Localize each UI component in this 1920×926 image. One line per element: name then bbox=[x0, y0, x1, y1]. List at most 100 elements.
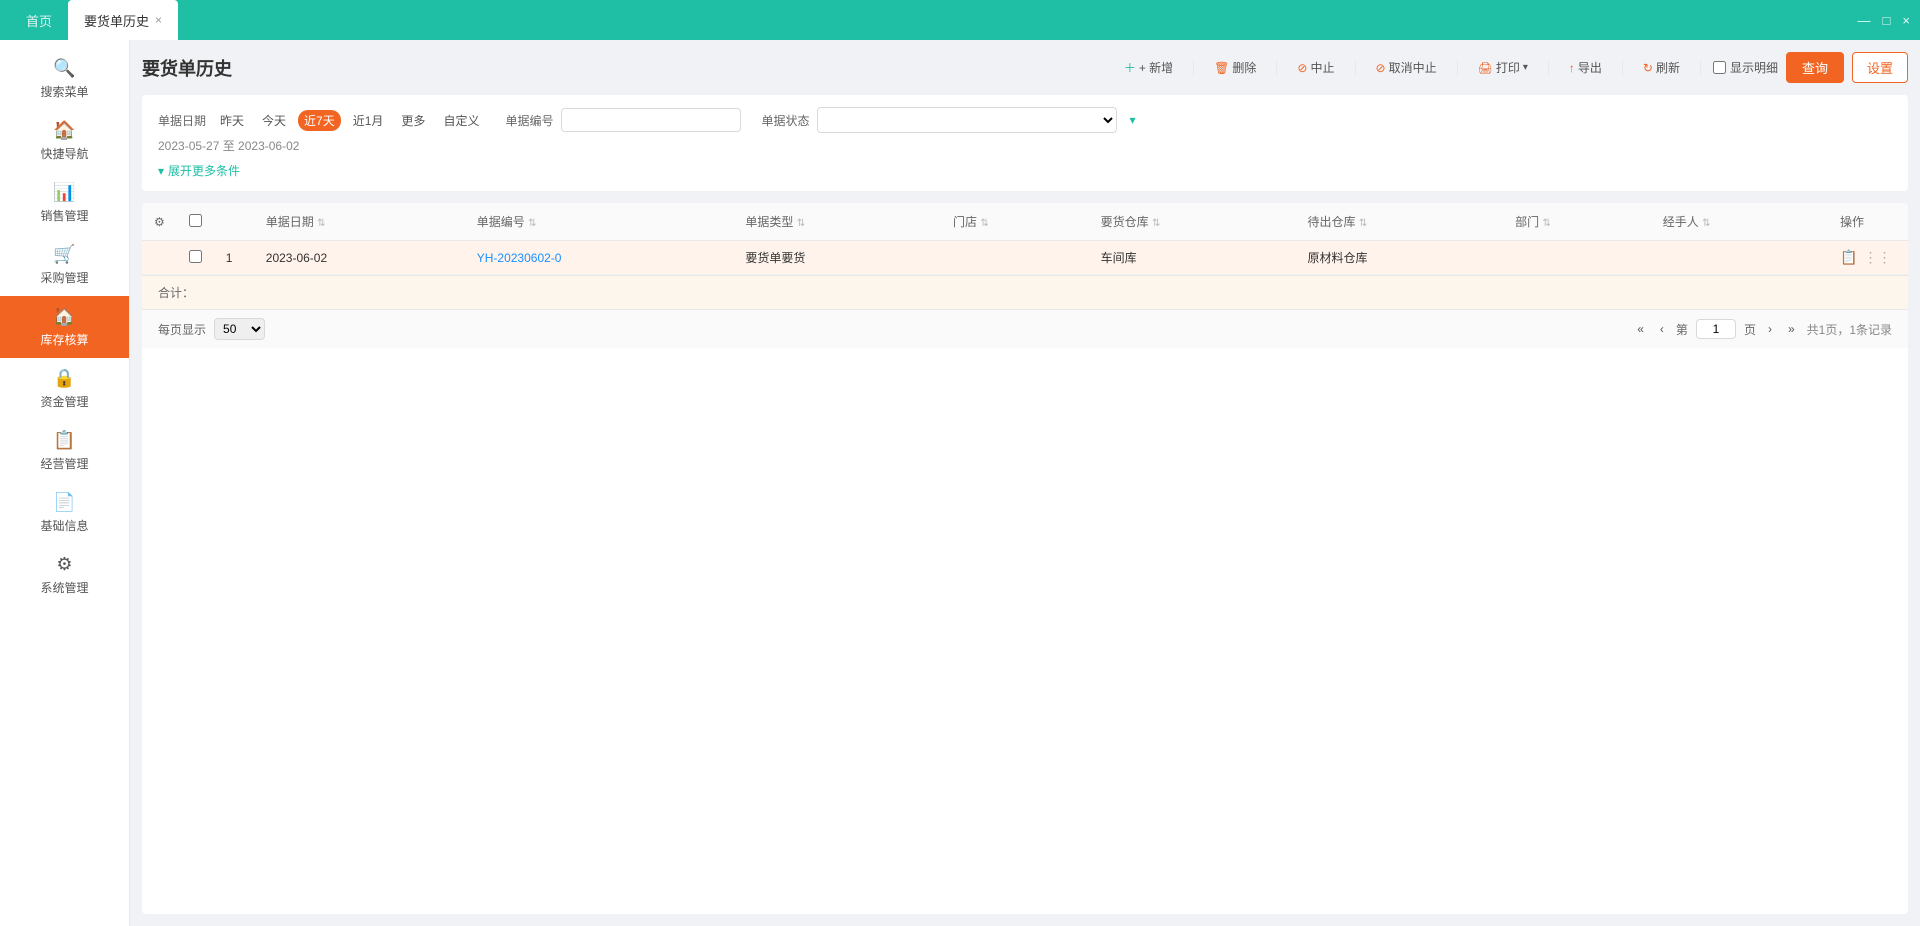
sidebar-item-inventory[interactable]: 🏠 库存核算 bbox=[0, 296, 129, 358]
sidebar-item-purchase[interactable]: 🛒 采购管理 bbox=[0, 234, 129, 296]
delete-button[interactable]: 🗑 删除 bbox=[1206, 55, 1264, 80]
status-label: 单据状态 bbox=[761, 112, 809, 129]
sort-icon[interactable]: ⇅ bbox=[1359, 218, 1367, 229]
display-detail-toggle[interactable]: 显示明细 bbox=[1713, 59, 1778, 76]
tab-home[interactable]: 首页 bbox=[10, 0, 68, 40]
query-button[interactable]: 查询 bbox=[1786, 52, 1844, 83]
divider bbox=[1276, 60, 1277, 76]
sidebar-item-finance[interactable]: 🔒 资金管理 bbox=[0, 358, 129, 420]
sort-icon[interactable]: ⇅ bbox=[528, 218, 536, 229]
pagination: « ‹ 第 页 › » 共1页，1条记录 bbox=[1633, 319, 1892, 339]
inventory-icon: 🏠 bbox=[53, 306, 75, 327]
sort-icon[interactable]: ⇅ bbox=[1702, 218, 1710, 229]
refresh-button[interactable]: ↻ 刷新 bbox=[1635, 55, 1688, 80]
col-handler-label: 经手人 bbox=[1663, 215, 1699, 229]
tab-requisition-history[interactable]: 要货单历史 × bbox=[68, 0, 178, 40]
finance-icon: 🔒 bbox=[53, 368, 75, 389]
total-info: 共1页，1条记录 bbox=[1807, 321, 1892, 338]
doc-no-link[interactable]: YH-20230602-0 bbox=[477, 251, 562, 265]
delete-icon: 🗑 bbox=[1214, 61, 1229, 75]
next-page-button[interactable]: › bbox=[1764, 320, 1776, 338]
col-pending-warehouse-label: 待出仓库 bbox=[1308, 215, 1356, 229]
settings-icon[interactable]: ⚙ bbox=[154, 215, 165, 229]
sidebar-item-basic-info[interactable]: 📄 基础信息 bbox=[0, 482, 129, 544]
divider bbox=[1457, 60, 1458, 76]
expand-filter[interactable]: ▾ 展开更多条件 bbox=[158, 162, 1892, 179]
divider bbox=[1355, 60, 1356, 76]
divider bbox=[1622, 60, 1623, 76]
cancel-stop-button[interactable]: ⊘ 取消中止 bbox=[1368, 55, 1445, 80]
print-icon: 🖨 bbox=[1478, 61, 1493, 75]
more-icon[interactable]: ⋮⋮ bbox=[1863, 249, 1891, 266]
sidebar-item-quick-nav[interactable]: 🏠 快捷导航 bbox=[0, 110, 129, 172]
page-number-input[interactable] bbox=[1696, 319, 1736, 339]
select-all-checkbox[interactable] bbox=[189, 214, 202, 227]
col-doc-date: 单据日期 ⇅ bbox=[254, 203, 465, 241]
date-yesterday[interactable]: 昨天 bbox=[214, 110, 250, 131]
data-table: ⚙ 单据日期 ⇅ 单据编号 ⇅ bbox=[142, 203, 1908, 275]
col-department: 部门 ⇅ bbox=[1503, 203, 1651, 241]
content-area: 要货单历史 ＋ + 新增 🗑 删除 ⊘ 中止 ⊘ bbox=[130, 40, 1920, 926]
window-maximize[interactable]: □ bbox=[1883, 13, 1891, 28]
display-detail-checkbox[interactable] bbox=[1713, 61, 1726, 74]
prev-page-button[interactable]: ‹ bbox=[1656, 320, 1668, 338]
filter-doc-no: 单据编号 bbox=[505, 108, 741, 132]
sidebar-item-system[interactable]: ⚙ 系统管理 bbox=[0, 544, 129, 606]
col-doc-type-label: 单据类型 bbox=[745, 215, 793, 229]
row-doc-no[interactable]: YH-20230602-0 bbox=[465, 241, 734, 275]
sort-icon[interactable]: ⇅ bbox=[1542, 218, 1550, 229]
settings-button[interactable]: 设置 bbox=[1852, 52, 1908, 83]
col-department-label: 部门 bbox=[1515, 215, 1539, 229]
expand-icon: ▾ bbox=[158, 164, 164, 178]
print-button[interactable]: 🖨 打印 ▾ bbox=[1470, 55, 1536, 80]
first-page-button[interactable]: « bbox=[1633, 320, 1648, 338]
edit-icon[interactable]: 📋 bbox=[1840, 249, 1857, 266]
col-num bbox=[214, 203, 254, 241]
col-req-warehouse: 要货仓库 ⇅ bbox=[1089, 203, 1296, 241]
date-custom[interactable]: 自定义 bbox=[437, 110, 485, 131]
sidebar: 🔍 搜索菜单 🏠 快捷导航 📊 销售管理 🛒 采购管理 🏠 库存核算 🔒 资金管… bbox=[0, 40, 130, 926]
header-actions: ＋ + 新增 🗑 删除 ⊘ 中止 ⊘ 取消中止 bbox=[1116, 52, 1908, 83]
sidebar-item-sales[interactable]: 📊 销售管理 bbox=[0, 172, 129, 234]
filter-panel: 单据日期 昨天 今天 近7天 近1月 更多 自定义 单据编号 bbox=[142, 95, 1908, 191]
summary-label: 合计： bbox=[158, 286, 194, 300]
date-more[interactable]: 更多 bbox=[395, 110, 431, 131]
new-button[interactable]: ＋ + 新增 bbox=[1116, 55, 1181, 80]
home-icon: 🏠 bbox=[53, 120, 75, 141]
doc-no-input[interactable] bbox=[561, 108, 741, 132]
row-req-warehouse: 车间库 bbox=[1089, 241, 1296, 275]
sort-icon[interactable]: ⇅ bbox=[797, 218, 805, 229]
date-last1month[interactable]: 近1月 bbox=[347, 110, 390, 131]
filter-row: 单据日期 昨天 今天 近7天 近1月 更多 自定义 单据编号 bbox=[158, 107, 1892, 133]
col-doc-date-label: 单据日期 bbox=[266, 215, 314, 229]
refresh-icon: ↻ bbox=[1643, 61, 1653, 75]
sort-icon[interactable]: ⇅ bbox=[980, 218, 988, 229]
sort-icon[interactable]: ⇅ bbox=[317, 218, 325, 229]
op-icons: 📋 ⋮⋮ bbox=[1840, 249, 1896, 266]
top-bar: 首页 要货单历史 × — □ × bbox=[0, 0, 1920, 40]
sidebar-item-search[interactable]: 🔍 搜索菜单 bbox=[0, 48, 129, 110]
page-size-label: 每页显示 bbox=[158, 321, 206, 338]
cancel-stop-icon: ⊘ bbox=[1376, 61, 1386, 75]
export-button[interactable]: ↑ 导出 bbox=[1561, 55, 1610, 80]
tab-close-icon[interactable]: × bbox=[155, 13, 162, 27]
col-handler: 经手人 ⇅ bbox=[1651, 203, 1828, 241]
col-settings[interactable]: ⚙ bbox=[142, 203, 177, 241]
window-minimize[interactable]: — bbox=[1858, 13, 1871, 28]
table-footer: 每页显示 50 10 20 100 « ‹ 第 页 › » 共 bbox=[142, 309, 1908, 348]
row-select-checkbox[interactable] bbox=[189, 250, 202, 263]
row-pending-warehouse: 原材料仓库 bbox=[1296, 241, 1504, 275]
date-options: 昨天 今天 近7天 近1月 更多 自定义 bbox=[214, 110, 485, 131]
sidebar-item-operations[interactable]: 📋 经营管理 bbox=[0, 420, 129, 482]
last-page-button[interactable]: » bbox=[1784, 320, 1799, 338]
stop-button[interactable]: ⊘ 中止 bbox=[1289, 55, 1342, 80]
status-select[interactable] bbox=[817, 107, 1117, 133]
sort-icon[interactable]: ⇅ bbox=[1152, 218, 1160, 229]
row-department bbox=[1503, 241, 1651, 275]
table-header-row: ⚙ 单据日期 ⇅ 单据编号 ⇅ bbox=[142, 203, 1908, 241]
page-size-select[interactable]: 50 10 20 100 bbox=[214, 318, 265, 340]
date-last7days[interactable]: 近7天 bbox=[298, 110, 341, 131]
window-close[interactable]: × bbox=[1902, 13, 1910, 28]
date-today[interactable]: 今天 bbox=[256, 110, 292, 131]
divider bbox=[1548, 60, 1549, 76]
